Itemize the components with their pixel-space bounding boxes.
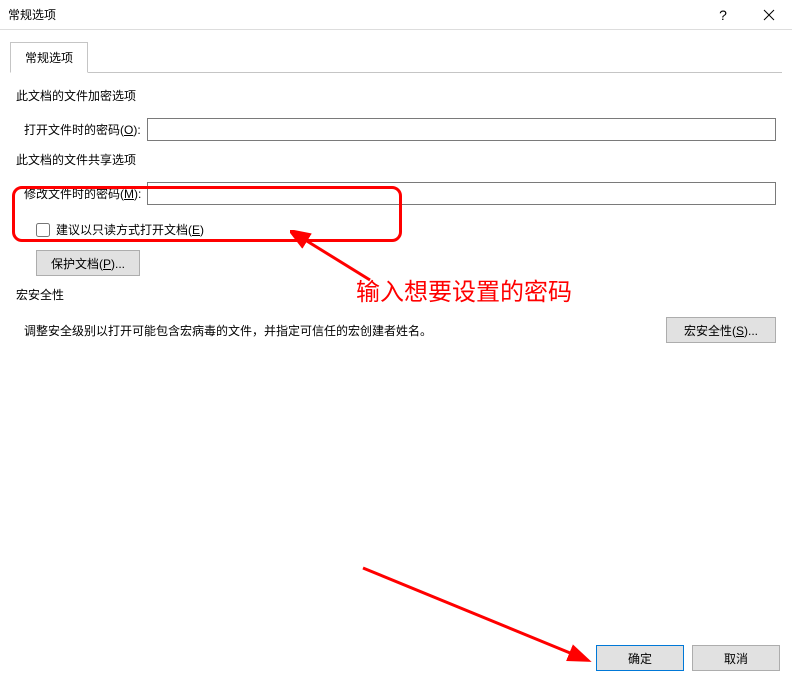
titlebar-controls: ? — [700, 0, 792, 29]
modify-password-row: 修改文件时的密码(M): — [24, 182, 776, 205]
protect-row: 保护文档(P)... — [36, 250, 776, 276]
help-button[interactable]: ? — [700, 0, 746, 29]
modify-password-input[interactable] — [147, 182, 776, 205]
dialog-body: 常规选项 此文档的文件加密选项 打开文件时的密码(O): 此文档的文件共享选项 … — [0, 30, 792, 343]
action-bar: 确定 取消 — [596, 645, 780, 671]
ok-button[interactable]: 确定 — [596, 645, 684, 671]
protect-document-button[interactable]: 保护文档(P)... — [36, 250, 140, 276]
annotation-arrow-2 — [355, 560, 595, 670]
dialog-title: 常规选项 — [8, 6, 56, 23]
tabstrip: 常规选项 — [10, 42, 782, 73]
open-password-input[interactable] — [147, 118, 776, 141]
macro-group: 宏安全性 调整安全级别以打开可能包含宏病毒的文件，并指定可信任的宏创建者姓名。 … — [16, 286, 776, 343]
titlebar: 常规选项 ? — [0, 0, 792, 30]
share-group: 此文档的文件共享选项 修改文件时的密码(M): 建议以只读方式打开文档(E) 保… — [16, 151, 776, 276]
modify-password-label: 修改文件时的密码(M): — [24, 185, 141, 202]
share-group-title: 此文档的文件共享选项 — [16, 151, 776, 168]
readonly-row: 建议以只读方式打开文档(E) — [36, 221, 776, 238]
macro-security-button[interactable]: 宏安全性(S)... — [666, 317, 776, 343]
close-button[interactable] — [746, 0, 792, 29]
macro-desc: 调整安全级别以打开可能包含宏病毒的文件，并指定可信任的宏创建者姓名。 — [24, 322, 448, 339]
cancel-button[interactable]: 取消 — [692, 645, 780, 671]
macro-row: 调整安全级别以打开可能包含宏病毒的文件，并指定可信任的宏创建者姓名。 宏安全性(… — [24, 317, 776, 343]
open-password-label: 打开文件时的密码(O): — [24, 121, 141, 138]
macro-group-title: 宏安全性 — [16, 286, 776, 303]
readonly-checkbox[interactable] — [36, 223, 50, 237]
readonly-label: 建议以只读方式打开文档(E) — [56, 221, 204, 238]
encrypt-group-title: 此文档的文件加密选项 — [16, 87, 776, 104]
tab-general[interactable]: 常规选项 — [10, 42, 88, 73]
close-icon — [763, 9, 775, 21]
open-password-row: 打开文件时的密码(O): — [24, 118, 776, 141]
encrypt-group: 此文档的文件加密选项 打开文件时的密码(O): — [16, 87, 776, 141]
content-area: 此文档的文件加密选项 打开文件时的密码(O): 此文档的文件共享选项 修改文件时… — [10, 73, 782, 343]
